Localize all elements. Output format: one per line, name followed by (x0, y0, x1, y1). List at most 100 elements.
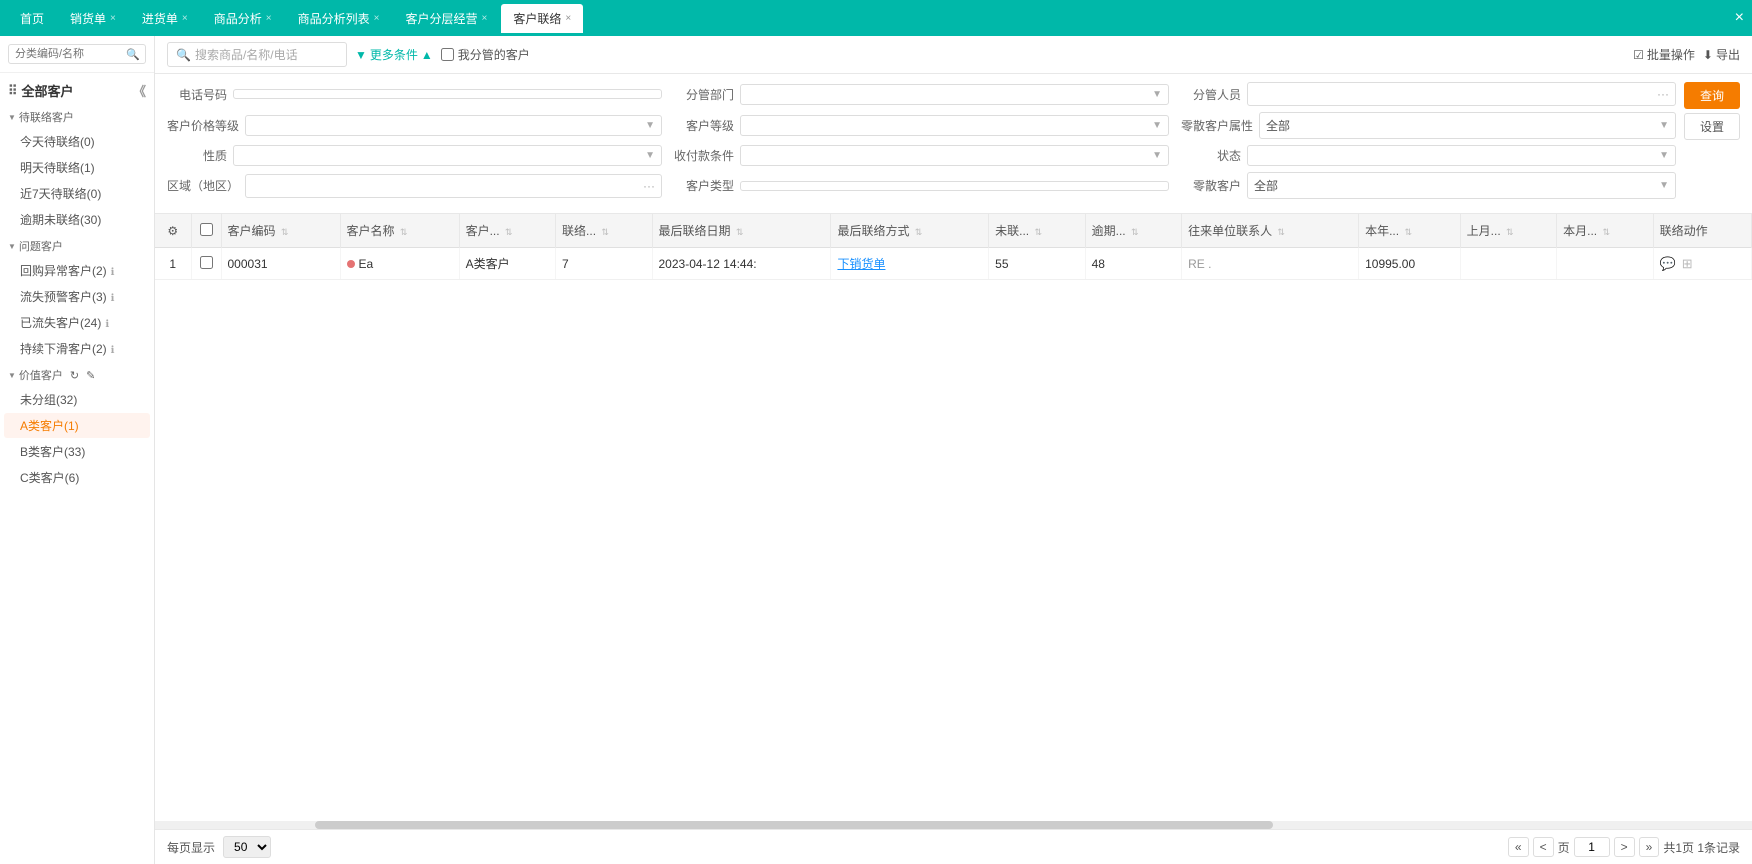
horizontal-scrollbar[interactable] (155, 821, 1752, 829)
nav-tab-进货单[interactable]: 进货单× (130, 4, 200, 33)
my-customers-checkbox[interactable] (441, 48, 454, 61)
col-type[interactable]: 客户... ⇅ (459, 214, 555, 248)
sidebar-item-0-2[interactable]: 近7天待联络(0) (4, 181, 150, 206)
batch-op-button[interactable]: ☑ 批量操作 (1633, 46, 1695, 63)
sidebar-groups: ▼待联络客户今天待联络(0)明天待联络(1)近7天待联络(0)逾期未联络(30)… (0, 104, 154, 491)
col-last-month[interactable]: 上月... ⇅ (1460, 214, 1556, 248)
filter-phone-input[interactable] (233, 89, 662, 99)
nav-tab-客户分层经营[interactable]: 客户分层经营× (393, 4, 499, 33)
filter-price-level-select[interactable]: ▼ (245, 115, 662, 136)
sidebar-all-customers[interactable]: ⠿ 全部客户 《 (0, 73, 154, 104)
table-header-row: ⚙ 客户编码 ⇅ 客户名称 ⇅ 客户... ⇅ 联络... ⇅ 最后联络日期 ⇅… (155, 214, 1752, 248)
col-contact-count[interactable]: 联络... ⇅ (556, 214, 652, 248)
cell-this-month (1557, 248, 1653, 280)
filter-region-select[interactable]: ··· (245, 174, 662, 198)
filter-search-placeholder: 搜索商品/名称/电话 (195, 46, 298, 63)
sidebar-group-0: ▼待联络客户今天待联络(0)明天待联络(1)近7天待联络(0)逾期未联络(30) (0, 104, 154, 232)
filter-status-select[interactable]: ▼ (1247, 145, 1676, 166)
first-page-button[interactable]: « (1508, 837, 1529, 857)
filter-search-box[interactable]: 🔍 搜索商品/名称/电话 (167, 42, 347, 67)
filter-retail-attr-label: 零散客户属性 (1181, 117, 1253, 134)
chat-icon[interactable]: 💬 (1660, 256, 1676, 272)
sidebar-item-1-1[interactable]: 流失预警客户(3)ℹ (4, 284, 150, 309)
filter-more-caret: ▲ (421, 48, 433, 62)
sidebar-item-0-3[interactable]: 逾期未联络(30) (4, 207, 150, 232)
col-overdue[interactable]: 逾期... ⇅ (1085, 214, 1181, 248)
close-tab-icon[interactable]: × (110, 13, 116, 24)
col-year-amount[interactable]: 本年... ⇅ (1359, 214, 1461, 248)
close-tab-icon[interactable]: × (374, 13, 380, 24)
sidebar-item-2-2[interactable]: B类客户(33) (4, 439, 150, 464)
close-tab-icon[interactable]: × (266, 13, 272, 24)
col-last-date[interactable]: 最后联络日期 ⇅ (652, 214, 831, 248)
col-last-method[interactable]: 最后联络方式 ⇅ (831, 214, 989, 248)
top-navigation: 首页销货单×进货单×商品分析×商品分析列表×客户分层经营×客户联络× × (0, 0, 1752, 36)
filter-price-level: 客户价格等级 ▼ (167, 115, 662, 136)
col-contact2[interactable]: 往来单位联系人 ⇅ (1182, 214, 1359, 248)
filter-dept-select[interactable]: ▼ (740, 84, 1169, 105)
filter-cust-type-select[interactable] (740, 181, 1169, 191)
filter-payment-label: 收付款条件 (674, 147, 734, 164)
sidebar-item-0-1[interactable]: 明天待联络(1) (4, 155, 150, 180)
row-checkbox[interactable] (200, 256, 213, 269)
sidebar-group-label-1: ▼问题客户 (0, 233, 154, 257)
query-button[interactable]: 查询 (1684, 82, 1740, 109)
cell-checkbox[interactable] (191, 248, 221, 280)
per-page-select[interactable]: 50 (223, 836, 271, 858)
close-tab-icon[interactable]: × (481, 13, 487, 24)
filter-cust-type-label: 客户类型 (674, 177, 734, 194)
settings-button[interactable]: 设置 (1684, 113, 1740, 140)
last-method-link[interactable]: 下销货单 (837, 257, 885, 271)
sidebar-item-2-1[interactable]: A类客户(1) (4, 413, 150, 438)
sidebar-search-area: 🔍 (0, 36, 154, 73)
close-tab-icon[interactable]: × (182, 13, 188, 24)
nav-tab-商品分析[interactable]: 商品分析× (202, 4, 284, 33)
table-body: 1000031EaA类客户72023-04-12 14:44:下销货单5548R… (155, 248, 1752, 280)
close-all-icon[interactable]: × (1735, 9, 1744, 27)
sidebar-edit-icon[interactable]: ✎ (86, 369, 95, 382)
filter-my-customers[interactable]: 我分管的客户 (441, 46, 530, 63)
sidebar-refresh-icon[interactable]: ↻ (70, 369, 79, 382)
col-this-month[interactable]: 本月... ⇅ (1557, 214, 1653, 248)
cell-overdue: 48 (1085, 248, 1181, 280)
cell-code: 000031 (221, 248, 340, 280)
nav-tab-商品分析列表[interactable]: 商品分析列表× (286, 4, 392, 33)
nav-tab-销货单[interactable]: 销货单× (58, 4, 128, 33)
filter-status-label: 状态 (1181, 147, 1241, 164)
filter-payment-select[interactable]: ▼ (740, 145, 1169, 166)
cell-last-date: 2023-04-12 14:44: (652, 248, 831, 280)
col-code[interactable]: 客户编码 ⇅ (221, 214, 340, 248)
scrollbar-thumb[interactable] (315, 821, 1273, 829)
sidebar-collapse-icon[interactable]: 《 (133, 81, 146, 100)
filter-nature-select[interactable]: ▼ (233, 145, 662, 166)
sidebar-item-0-0[interactable]: 今天待联络(0) (4, 129, 150, 154)
sidebar-item-1-2[interactable]: 已流失客户(24)ℹ (4, 310, 150, 335)
next-page-button[interactable]: > (1614, 837, 1635, 857)
close-tab-icon[interactable]: × (565, 13, 571, 24)
filter-retail-attr-select[interactable]: 全部▼ (1259, 112, 1676, 139)
filter-retail-cust-select[interactable]: 全部▼ (1247, 172, 1676, 199)
filter-cust-level-select[interactable]: ▼ (740, 115, 1169, 136)
cell-last-method[interactable]: 下销货单 (831, 248, 989, 280)
customer-table: ⚙ 客户编码 ⇅ 客户名称 ⇅ 客户... ⇅ 联络... ⇅ 最后联络日期 ⇅… (155, 214, 1752, 280)
pagination: « < 页 > » 共1页 1条记录 (1508, 837, 1740, 857)
filter-person-select[interactable]: ··· (1247, 82, 1676, 106)
col-name[interactable]: 客户名称 ⇅ (340, 214, 459, 248)
grid-icon[interactable]: ⊞ (1682, 256, 1693, 272)
prev-page-button[interactable]: < (1533, 837, 1554, 857)
sidebar-item-2-0[interactable]: 未分组(32) (4, 387, 150, 412)
sidebar-item-1-3[interactable]: 持续下滑客户(2)ℹ (4, 336, 150, 361)
sidebar-item-2-3[interactable]: C类客户(6) (4, 465, 150, 490)
page-input[interactable] (1574, 837, 1610, 857)
last-page-button[interactable]: » (1639, 837, 1660, 857)
nav-tab-客户联络[interactable]: 客户联络× (501, 4, 583, 33)
export-button[interactable]: ⬇ 导出 (1703, 46, 1740, 63)
select-all-checkbox[interactable] (200, 223, 213, 236)
filter-more-button[interactable]: ▼ 更多条件 ▲ (355, 46, 433, 63)
nav-tab-首页[interactable]: 首页 (8, 4, 56, 33)
sidebar-item-1-0[interactable]: 回购异常客户(2)ℹ (4, 258, 150, 283)
col-uncontacted[interactable]: 未联... ⇅ (989, 214, 1085, 248)
col-checkbox[interactable] (191, 214, 221, 248)
col-settings[interactable]: ⚙ (155, 214, 191, 248)
per-page-label: 每页显示 (167, 839, 215, 856)
